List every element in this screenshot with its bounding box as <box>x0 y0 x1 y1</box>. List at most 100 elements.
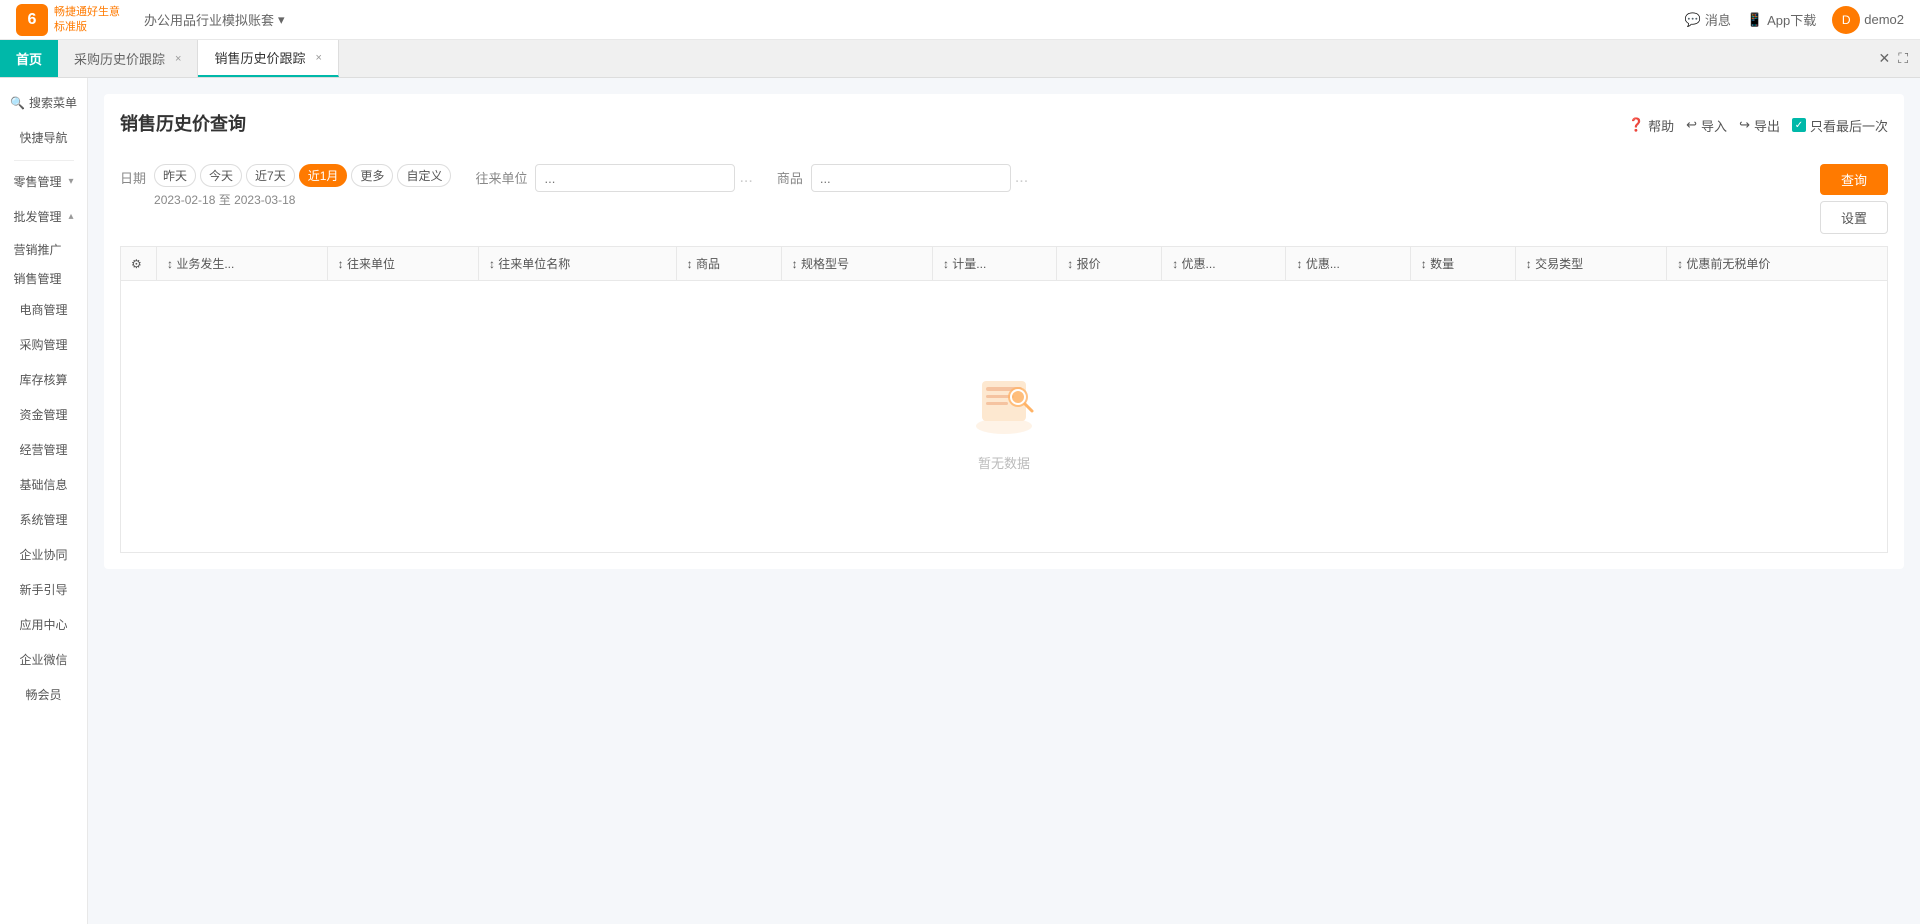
partner-dots: ... <box>739 169 752 187</box>
date-range-display: 2023-02-18 至 2023-03-18 <box>154 191 451 208</box>
goods-input[interactable] <box>811 164 1011 192</box>
sidebar-item-apps[interactable]: 应用中心 <box>4 608 84 641</box>
sidebar-item-system[interactable]: 系统管理 <box>4 503 84 536</box>
th-qty[interactable]: ↕ 数量 <box>1410 247 1515 281</box>
export-icon: ↪ <box>1739 117 1750 133</box>
logo-icon: 6 <box>16 4 48 36</box>
app-selector[interactable]: 办公用品行业模拟账套 ▾ <box>144 10 285 29</box>
th-trans-type[interactable]: ↕ 交易类型 <box>1515 247 1666 281</box>
data-table: ⚙ ↕ 业务发生... ↕ 往来单位 ↕ 往来单位名称 <box>120 246 1888 553</box>
tab-expand-icon[interactable]: ⛶ <box>1898 50 1908 67</box>
tab-home[interactable]: 首页 <box>0 40 58 77</box>
th-spec[interactable]: ↕ 规格型号 <box>781 247 932 281</box>
goods-dots: ... <box>1015 169 1028 187</box>
th-biz-date[interactable]: ↕ 业务发生... <box>157 247 328 281</box>
sidebar-item-retail[interactable]: 零售管理 ▾ <box>4 165 84 198</box>
th-price[interactable]: ↕ 报价 <box>1057 247 1162 281</box>
message-btn[interactable]: 💬 消息 <box>1685 10 1731 29</box>
date-btn-1month[interactable]: 近1月 <box>299 164 348 187</box>
chevron-up-icon: ▴ <box>68 211 73 222</box>
import-icon: ↩ <box>1686 117 1697 133</box>
sidebar-item-wechat[interactable]: 企业微信 <box>4 643 84 676</box>
sidebar-item-operations[interactable]: 经营管理 <box>4 433 84 466</box>
tab-bar-right: ✕ ⛶ <box>1878 40 1920 77</box>
download-icon: 📱 <box>1747 12 1763 28</box>
setting-btn[interactable]: 设置 <box>1820 201 1888 234</box>
page-card: 销售历史价查询 ❓ 帮助 ↩ 导入 ↪ 导出 <box>104 94 1904 569</box>
sidebar-sub-marketing[interactable]: 营销推广 <box>4 235 84 264</box>
th-discount1[interactable]: ↕ 优惠... <box>1162 247 1286 281</box>
chevron-down-icon: ▾ <box>278 12 285 28</box>
query-buttons: 查询 设置 <box>1820 164 1888 234</box>
sidebar-divider-1 <box>14 160 74 161</box>
date-filter-group: 日期 昨天 今天 近7天 近1月 更多 自定义 2023-02-18 至 202… <box>120 164 451 208</box>
date-btn-custom[interactable]: 自定义 <box>397 164 451 187</box>
tab-close-sales[interactable]: × <box>315 52 321 64</box>
export-btn[interactable]: ↪ 导出 <box>1739 116 1780 135</box>
import-btn[interactable]: ↩ 导入 <box>1686 116 1727 135</box>
user-area[interactable]: D demo2 <box>1832 6 1904 34</box>
date-btn-7days[interactable]: 近7天 <box>246 164 295 187</box>
content-area: 销售历史价查询 ❓ 帮助 ↩ 导入 ↪ 导出 <box>88 78 1920 924</box>
page-title: 销售历史价查询 <box>120 110 246 136</box>
main-layout: 🔍 搜索菜单 快捷导航 零售管理 ▾ 批发管理 ▴ 营销推广 销售管理 电商管理… <box>0 78 1920 924</box>
top-bar: 6 畅捷通好生意 标准版 办公用品行业模拟账套 ▾ 💬 消息 📱 App下载 D… <box>0 0 1920 40</box>
partner-input[interactable] <box>535 164 735 192</box>
help-icon: ❓ <box>1628 117 1644 133</box>
logo-text: 畅捷通好生意 标准版 <box>54 5 120 34</box>
top-bar-right: 💬 消息 📱 App下载 D demo2 <box>1685 6 1904 34</box>
chevron-down-icon: ▾ <box>68 176 73 187</box>
sidebar-item-ecommerce[interactable]: 电商管理 <box>4 293 84 326</box>
tab-bar: 首页 采购历史价跟踪 × 销售历史价跟踪 × ✕ ⛶ <box>0 40 1920 78</box>
th-tax-free-price[interactable]: ↕ 优惠前无税单价 <box>1667 247 1888 281</box>
tab-sales-history[interactable]: 销售历史价跟踪 × <box>198 40 338 77</box>
tab-close-purchase[interactable]: × <box>175 53 181 65</box>
table-body: 暂无数据 <box>121 281 1888 553</box>
partner-filter-group: 往来单位 ... <box>475 164 752 192</box>
th-partner-name[interactable]: ↕ 往来单位名称 <box>478 247 676 281</box>
empty-state: 暂无数据 <box>121 281 1887 552</box>
goods-filter-group: 商品 ... <box>777 164 1028 192</box>
avatar: D <box>1832 6 1860 34</box>
tab-purchase-history[interactable]: 采购历史价跟踪 × <box>58 40 198 77</box>
sidebar-item-wholesale[interactable]: 批发管理 ▴ <box>4 200 84 233</box>
logo-area: 6 畅捷通好生意 标准版 <box>16 4 120 36</box>
tab-close-all-icon[interactable]: ✕ <box>1878 50 1890 67</box>
th-goods[interactable]: ↕ 商品 <box>676 247 781 281</box>
sidebar-sub-sales[interactable]: 销售管理 <box>4 264 84 293</box>
empty-text: 暂无数据 <box>978 453 1030 472</box>
sidebar-item-shortcuts[interactable]: 快捷导航 <box>4 121 84 154</box>
sidebar-item-cooperation[interactable]: 企业协同 <box>4 538 84 571</box>
sidebar-item-purchase[interactable]: 采购管理 <box>4 328 84 361</box>
sidebar-item-finance[interactable]: 资金管理 <box>4 398 84 431</box>
sidebar-item-search[interactable]: 🔍 搜索菜单 <box>4 86 84 119</box>
query-btn[interactable]: 查询 <box>1820 164 1888 195</box>
th-partner[interactable]: ↕ 往来单位 <box>327 247 478 281</box>
search-icon: 🔍 <box>10 96 25 110</box>
top-bar-left: 6 畅捷通好生意 标准版 办公用品行业模拟账套 ▾ <box>16 4 285 36</box>
date-btn-yesterday[interactable]: 昨天 <box>154 164 196 187</box>
empty-icon <box>964 361 1044 441</box>
th-unit[interactable]: ↕ 计量... <box>932 247 1056 281</box>
partner-label: 往来单位 <box>475 164 527 187</box>
date-options: 昨天 今天 近7天 近1月 更多 自定义 2023-02-18 至 2023-0… <box>154 164 451 208</box>
sidebar: 🔍 搜索菜单 快捷导航 零售管理 ▾ 批发管理 ▴ 营销推广 销售管理 电商管理… <box>0 78 88 924</box>
goods-label: 商品 <box>777 164 803 187</box>
date-btn-more[interactable]: 更多 <box>351 164 393 187</box>
sidebar-item-basic[interactable]: 基础信息 <box>4 468 84 501</box>
sidebar-item-member[interactable]: 畅会员 <box>4 678 84 711</box>
table-header-row: ⚙ ↕ 业务发生... ↕ 往来单位 ↕ 往来单位名称 <box>121 247 1888 281</box>
page-content: 销售历史价查询 ❓ 帮助 ↩ 导入 ↪ 导出 <box>88 78 1920 924</box>
sidebar-item-guide[interactable]: 新手引导 <box>4 573 84 606</box>
date-btn-today[interactable]: 今天 <box>200 164 242 187</box>
toolbar: ❓ 帮助 ↩ 导入 ↪ 导出 ✓ 只看最后一次 <box>1628 116 1888 135</box>
th-settings[interactable]: ⚙ <box>121 247 157 281</box>
message-icon: 💬 <box>1685 12 1701 28</box>
only-last-checkbox[interactable]: ✓ 只看最后一次 <box>1792 116 1888 135</box>
empty-state-row: 暂无数据 <box>121 281 1888 553</box>
app-download-btn[interactable]: 📱 App下载 <box>1747 10 1816 29</box>
table-container: ⚙ ↕ 业务发生... ↕ 往来单位 ↕ 往来单位名称 <box>120 246 1888 553</box>
help-btn[interactable]: ❓ 帮助 <box>1628 116 1674 135</box>
sidebar-item-inventory[interactable]: 库存核算 <box>4 363 84 396</box>
th-discount2[interactable]: ↕ 优惠... <box>1286 247 1410 281</box>
